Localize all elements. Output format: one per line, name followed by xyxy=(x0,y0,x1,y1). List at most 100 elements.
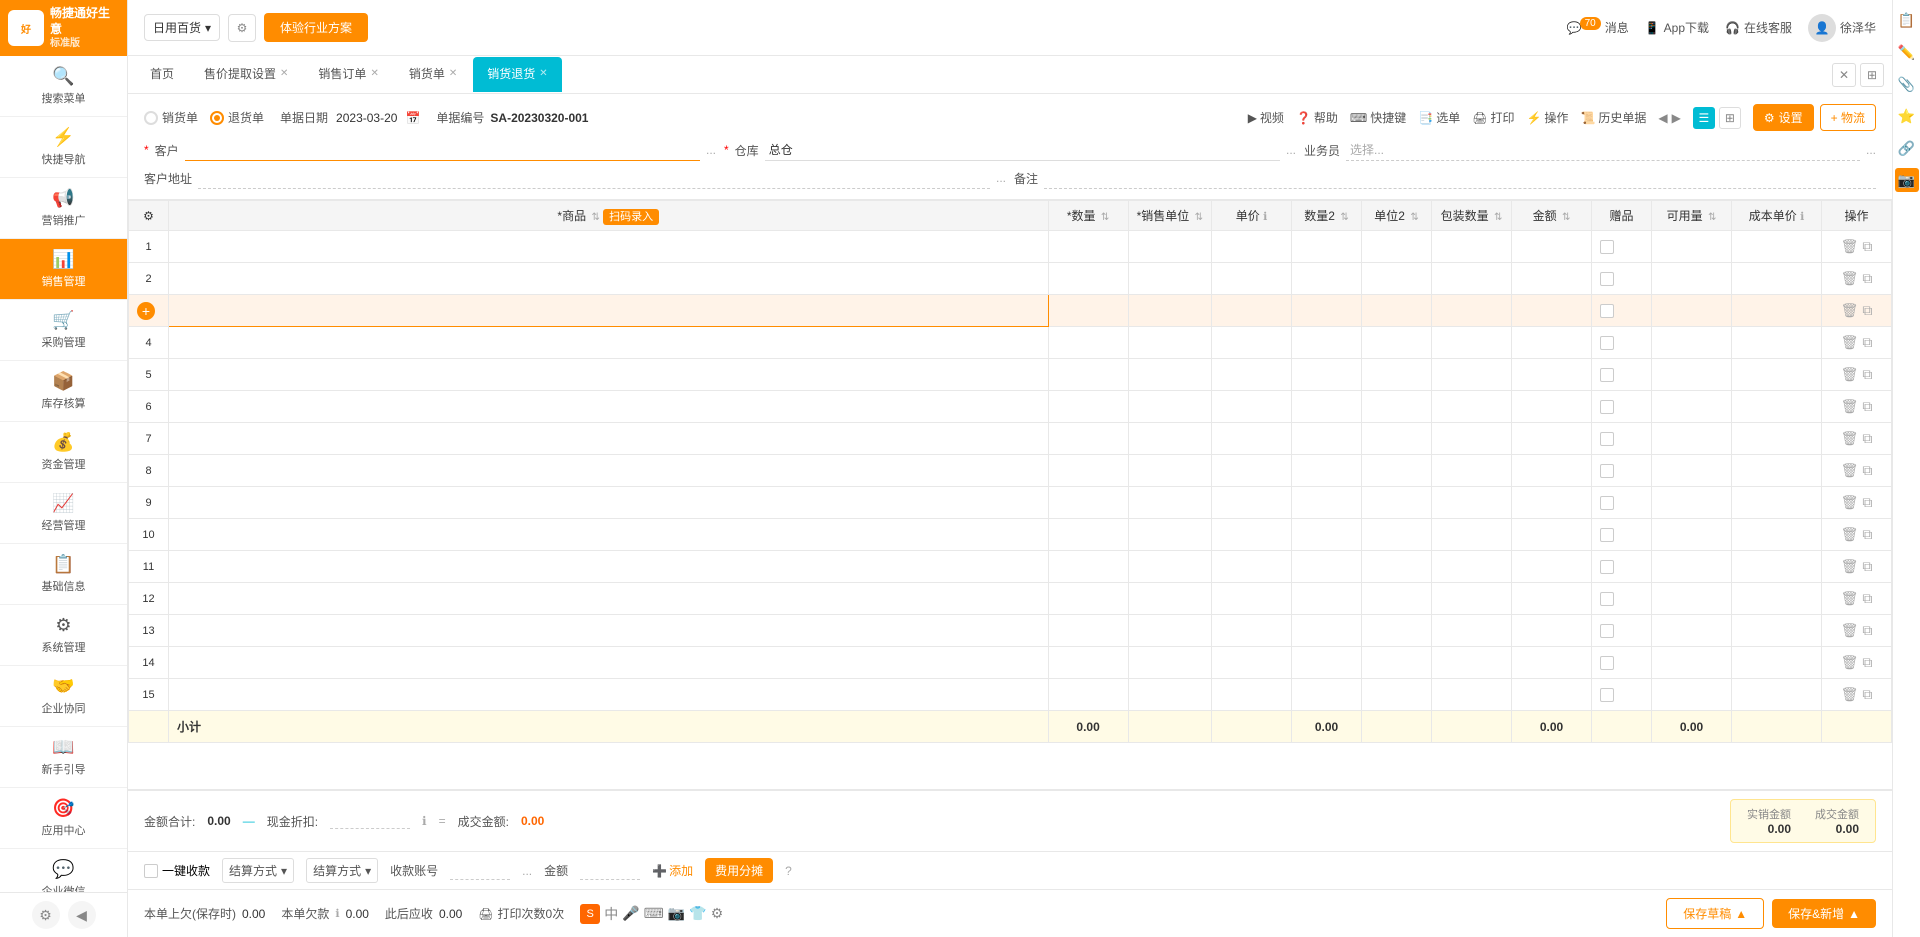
print-btn[interactable]: 🖨 打印 xyxy=(1472,109,1514,126)
gift-checkbox-6[interactable] xyxy=(1600,400,1614,414)
gift-checkbox-3[interactable] xyxy=(1600,304,1614,318)
delete-row-12[interactable]: 🗑 xyxy=(1841,590,1859,607)
sidebar-item-wechat[interactable]: 💬 企业微信 xyxy=(0,849,127,892)
form-view-btn[interactable]: ☰ xyxy=(1693,107,1715,129)
online-service-btn[interactable]: 🎧 在线客服 xyxy=(1725,19,1792,36)
qty2-sort-icon[interactable]: ⇅ xyxy=(1340,212,1348,223)
one-key-check[interactable] xyxy=(144,864,158,878)
next-btn[interactable]: ▶ xyxy=(1672,111,1681,125)
delete-row-5[interactable]: 🗑 xyxy=(1841,366,1859,383)
add-payment-btn[interactable]: ➕ 添加 xyxy=(652,862,693,879)
price-info-icon[interactable]: ℹ xyxy=(1263,211,1267,223)
gift-checkbox-15[interactable] xyxy=(1600,688,1614,702)
copy-row-2[interactable]: ⧉ xyxy=(1862,270,1872,287)
copy-row-4[interactable]: ⧉ xyxy=(1862,334,1872,351)
video-btn[interactable]: ▶ 视频 xyxy=(1248,109,1284,126)
gift-checkbox-2[interactable] xyxy=(1600,272,1614,286)
radio-return[interactable]: 退货单 xyxy=(210,109,264,126)
sidebar-item-business[interactable]: 📈 经营管理 xyxy=(0,483,127,544)
sidebar-item-enterprise[interactable]: 🤝 企业协同 xyxy=(0,666,127,727)
gift-checkbox-10[interactable] xyxy=(1600,528,1614,542)
tool2[interactable]: 🎤 xyxy=(622,905,639,922)
gift-checkbox-11[interactable] xyxy=(1600,560,1614,574)
warehouse-input[interactable]: 总仓 xyxy=(765,139,1280,161)
close-tab-btn[interactable]: ✕ xyxy=(1832,63,1856,87)
delete-row-11[interactable]: 🗑 xyxy=(1841,558,1859,575)
scan-btn[interactable]: 扫码录入 xyxy=(603,209,659,225)
experience-btn[interactable]: 体验行业方案 xyxy=(264,13,368,42)
gift-checkbox-13[interactable] xyxy=(1600,624,1614,638)
sidebar-item-guide[interactable]: 📖 新手引导 xyxy=(0,727,127,788)
goods-input-3[interactable] xyxy=(177,304,1040,318)
address-more-btn[interactable]: ... xyxy=(996,171,1006,185)
operate-btn[interactable]: ⚡ 操作 xyxy=(1526,109,1568,126)
amount-cell-1[interactable] xyxy=(1512,231,1592,263)
sidebar-item-basic[interactable]: 📋 基础信息 xyxy=(0,544,127,605)
delete-row-6[interactable]: 🗑 xyxy=(1841,398,1859,415)
rs-icon-4[interactable]: ⭐ xyxy=(1895,104,1919,128)
gift-checkbox-1[interactable] xyxy=(1600,240,1614,254)
gift-checkbox-5[interactable] xyxy=(1600,368,1614,382)
price-cell-1[interactable] xyxy=(1212,231,1292,263)
tab-return[interactable]: 销货退货 ✕ xyxy=(473,57,561,92)
account-method-select[interactable]: 结算方式 ▾ xyxy=(306,858,378,883)
cost-cell-1[interactable] xyxy=(1732,231,1822,263)
gift-checkbox-14[interactable] xyxy=(1600,656,1614,670)
tool5[interactable]: 👕 xyxy=(689,905,706,922)
radio-sale[interactable]: 销货单 xyxy=(144,109,198,126)
help-btn[interactable]: ❓ 帮助 xyxy=(1296,109,1338,126)
add-row-btn[interactable]: + xyxy=(137,302,155,320)
avail-cell-1[interactable] xyxy=(1652,231,1732,263)
rs-icon-6[interactable]: 📷 xyxy=(1895,168,1919,192)
gift-checkbox-12[interactable] xyxy=(1600,592,1614,606)
gift-checkbox-4[interactable] xyxy=(1600,336,1614,350)
sidebar-item-purchase[interactable]: 🛒 采购管理 xyxy=(0,300,127,361)
delete-row-15[interactable]: 🗑 xyxy=(1841,686,1859,703)
tab-close-shipment[interactable]: ✕ xyxy=(449,68,457,79)
sidebar-item-shortcut[interactable]: ⚡ 快捷导航 xyxy=(0,117,127,178)
copy-row-5[interactable]: ⧉ xyxy=(1862,366,1872,383)
address-input[interactable] xyxy=(198,167,990,189)
goods-cell-1[interactable] xyxy=(169,231,1049,263)
sidebar-item-search[interactable]: 🔍 搜索菜单 xyxy=(0,56,127,117)
tool3[interactable]: ⌨ xyxy=(644,905,664,922)
qty2-cell-1[interactable] xyxy=(1292,231,1362,263)
copy-row-8[interactable]: ⧉ xyxy=(1862,462,1872,479)
copy-row-7[interactable]: ⧉ xyxy=(1862,430,1872,447)
prev-btn[interactable]: ◀ xyxy=(1658,111,1667,125)
rs-icon-5[interactable]: 🔗 xyxy=(1895,136,1919,160)
tab-close-sales-order[interactable]: ✕ xyxy=(370,68,378,79)
staff-input[interactable]: 选择... xyxy=(1346,139,1860,161)
delete-row-4[interactable]: 🗑 xyxy=(1841,334,1859,351)
settings-btn[interactable]: ⚙ 设置 xyxy=(1753,104,1814,131)
copy-row-13[interactable]: ⧉ xyxy=(1862,622,1872,639)
unit2-sort-icon[interactable]: ⇅ xyxy=(1410,212,1418,223)
tool4[interactable]: 📷 xyxy=(668,905,685,922)
tab-close-price[interactable]: ✕ xyxy=(280,68,288,79)
category-select[interactable]: 日用百货 ▾ xyxy=(144,14,220,41)
logistics-btn[interactable]: + 物流 xyxy=(1820,104,1876,131)
copy-row-1[interactable]: ⧉ xyxy=(1862,238,1872,255)
qty-sort-icon[interactable]: ⇅ xyxy=(1101,212,1109,223)
sidebar-item-system[interactable]: ⚙ 系统管理 xyxy=(0,605,127,666)
user-avatar[interactable]: 👤 徐泽华 xyxy=(1808,14,1876,42)
delete-row-8[interactable]: 🗑 xyxy=(1841,462,1859,479)
sidebar-item-finance[interactable]: 💰 资金管理 xyxy=(0,422,127,483)
tool1[interactable]: 中 xyxy=(604,904,618,924)
s-icon[interactable]: S xyxy=(580,904,600,924)
delete-row-2[interactable]: 🗑 xyxy=(1841,270,1859,287)
account-more-btn[interactable]: ... xyxy=(522,864,532,878)
app-download-btn[interactable]: 📱 App下载 xyxy=(1645,19,1709,36)
customer-more-btn[interactable]: ... xyxy=(706,143,716,157)
cost-info-icon[interactable]: ℹ xyxy=(1800,211,1804,223)
th-gear[interactable]: ⚙ xyxy=(129,201,169,231)
qty-cell-1[interactable] xyxy=(1048,231,1128,263)
rs-icon-3[interactable]: 📎 xyxy=(1895,72,1919,96)
staff-more-btn[interactable]: ... xyxy=(1866,143,1876,157)
pkgqty-cell-1[interactable] xyxy=(1432,231,1512,263)
select-btn[interactable]: 📑 选单 xyxy=(1418,109,1460,126)
rs-icon-2[interactable]: ✏️ xyxy=(1895,40,1919,64)
amount-input[interactable] xyxy=(580,861,640,880)
shortcut-btn[interactable]: ⌨ 快捷键 xyxy=(1350,109,1406,126)
unit-sort-icon[interactable]: ⇅ xyxy=(1195,212,1203,223)
